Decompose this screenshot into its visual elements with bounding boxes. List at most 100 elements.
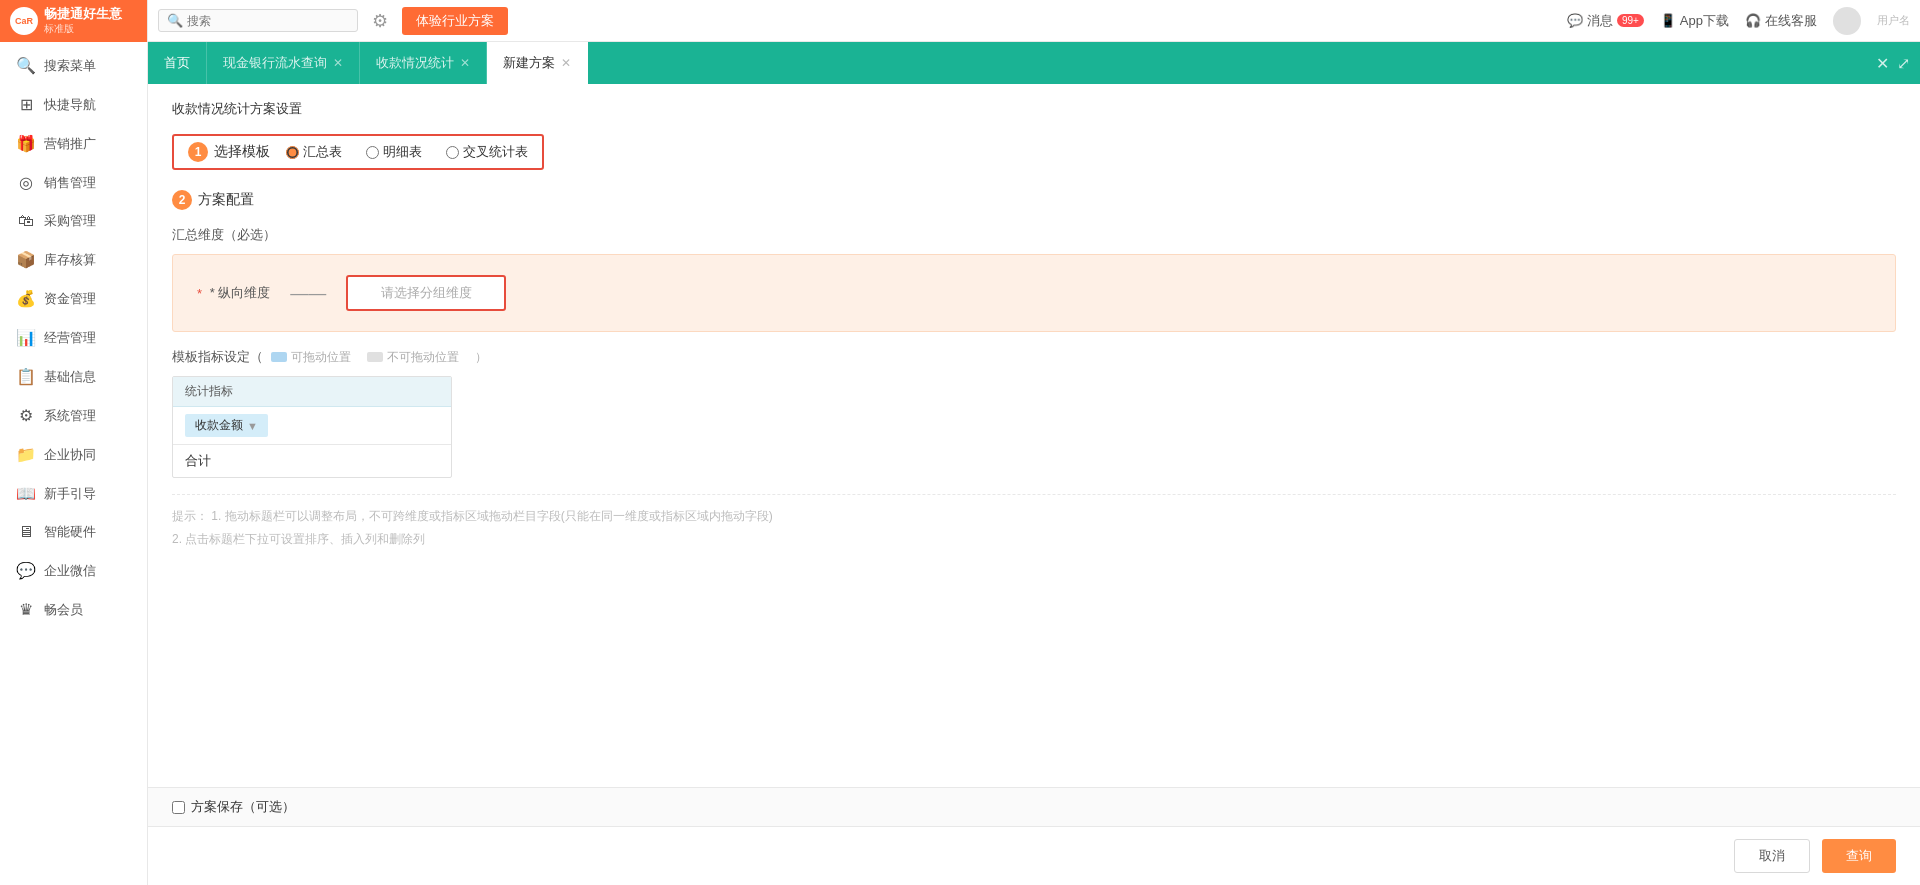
download-icon: 📱 (1660, 13, 1676, 28)
step1-section: 1 选择模板 汇总表 明细表 (172, 134, 1896, 170)
hardware-icon: 🖥 (16, 523, 36, 541)
hint2-text: 2. 点击标题栏下拉可设置排序、插入列和删除列 (172, 530, 1896, 549)
logo-icon: CaR (10, 7, 38, 35)
stats-table-header: 统计指标 (173, 377, 451, 407)
app-download-btn[interactable]: 📱 App下载 (1660, 12, 1729, 30)
dimension-arrow: —— (290, 283, 326, 304)
stats-row-amount: 收款金额 ▼ (173, 407, 451, 445)
purchase-icon: 🛍 (16, 212, 36, 230)
action-bar: 取消 查询 (148, 826, 1920, 885)
tab-new[interactable]: 新建方案 ✕ (487, 42, 588, 84)
stats-tag-amount[interactable]: 收款金额 ▼ (185, 414, 268, 437)
sidebar-item-funds[interactable]: 💰 资金管理 (0, 279, 147, 318)
template-detail-radio[interactable] (366, 146, 379, 159)
message-btn[interactable]: 💬 消息 99+ (1567, 12, 1644, 30)
operations-icon: 📊 (16, 328, 36, 347)
stats-cell-amount: 收款金额 ▼ (173, 407, 280, 444)
content-area: 收款情况统计方案设置 1 选择模板 汇总表 (148, 84, 1920, 885)
dimension-select[interactable]: 请选择分组维度 (346, 275, 506, 311)
tab-close-window-icon[interactable]: ✕ (1876, 54, 1889, 73)
trial-btn[interactable]: 体验行业方案 (402, 7, 508, 35)
basic-info-icon: 📋 (16, 367, 36, 386)
search-input[interactable] (187, 14, 337, 28)
sidebar-item-enterprise[interactable]: 📁 企业协同 (0, 435, 147, 474)
sidebar-item-sales[interactable]: ◎ 销售管理 (0, 163, 147, 202)
stats-table: 统计指标 收款金额 ▼ 合计 (172, 376, 452, 478)
save-option-checkbox[interactable] (172, 801, 185, 814)
template-cross-radio[interactable] (446, 146, 459, 159)
stats-row-subtotal: 合计 (173, 445, 451, 477)
settings-icon[interactable]: ⚙ (368, 10, 392, 32)
dimension-section-label: 汇总维度（必选） (172, 226, 1896, 244)
sidebar-item-newbie[interactable]: 📖 新手引导 (0, 474, 147, 513)
funds-icon: 💰 (16, 289, 36, 308)
hint-section: 提示： 1. 拖动标题栏可以调整布局，不可跨维度或指标区域拖动栏目字段(只能在同… (172, 494, 1896, 565)
legend-draggable-dot (271, 352, 287, 362)
message-badge: 99+ (1617, 14, 1644, 27)
enterprise-icon: 📁 (16, 445, 36, 464)
sidebar-item-system[interactable]: ⚙ 系统管理 (0, 396, 147, 435)
tab-home[interactable]: 首页 (148, 42, 207, 84)
legend-fixed: 不可拖动位置 (367, 349, 459, 366)
step2-num: 2 (172, 190, 192, 210)
tab-bank-close[interactable]: ✕ (333, 56, 343, 70)
sidebar: CaR 畅捷通好生意 标准版 🔍 搜索菜单 ⊞ 快捷导航 🎁 营销推广 ◎ 销售… (0, 0, 148, 885)
dimension-config: 汇总维度（必选） * * 纵向维度 —— 请选择分组维度 (172, 226, 1896, 332)
sidebar-item-search[interactable]: 🔍 搜索菜单 (0, 46, 147, 85)
app-version: 标准版 (44, 22, 122, 36)
marketing-icon: 🎁 (16, 134, 36, 153)
content-inner: 收款情况统计方案设置 1 选择模板 汇总表 (148, 84, 1920, 787)
tab-receipt[interactable]: 收款情况统计 ✕ (360, 42, 487, 84)
sidebar-item-hardware[interactable]: 🖥 智能硬件 (0, 513, 147, 551)
sidebar-item-wechat[interactable]: 💬 企业微信 (0, 551, 147, 590)
tab-bank[interactable]: 现金银行流水查询 ✕ (207, 42, 360, 84)
tabs-bar: 首页 现金银行流水查询 ✕ 收款情况统计 ✕ 新建方案 ✕ ✕ ⤢ (148, 42, 1920, 84)
user-avatar[interactable] (1833, 7, 1861, 35)
indicator-section: 模板指标设定（ 可拖动位置 不可拖动位置 ） (172, 348, 1896, 478)
template-summary-radio[interactable] (286, 146, 299, 159)
tab-maximize-icon[interactable]: ⤢ (1897, 54, 1910, 73)
indicator-legend: 可拖动位置 不可拖动位置 ） (271, 349, 487, 366)
template-cross-option[interactable]: 交叉统计表 (446, 143, 528, 161)
wechat-icon: 💬 (16, 561, 36, 580)
step2-label: 方案配置 (198, 191, 254, 209)
footer-save: 方案保存（可选） (148, 787, 1920, 826)
sidebar-nav: 🔍 搜索菜单 ⊞ 快捷导航 🎁 营销推广 ◎ 销售管理 🛍 采购管理 📦 库存核… (0, 42, 147, 885)
sidebar-item-operations[interactable]: 📊 经营管理 (0, 318, 147, 357)
stats-dropdown-icon[interactable]: ▼ (247, 420, 258, 432)
cancel-button[interactable]: 取消 (1734, 839, 1810, 873)
hint1-text: 提示： 1. 拖动标题栏可以调整布局，不可跨维度或指标区域拖动栏目字段(只能在同… (172, 507, 1896, 526)
tab-new-close[interactable]: ✕ (561, 56, 571, 70)
quick-nav-icon: ⊞ (16, 95, 36, 114)
sidebar-item-inventory[interactable]: 📦 库存核算 (0, 240, 147, 279)
dimension-area: * * 纵向维度 —— 请选择分组维度 (172, 254, 1896, 332)
indicator-label: 模板指标设定（ 可拖动位置 不可拖动位置 ） (172, 348, 1896, 366)
online-service-btn[interactable]: 🎧 在线客服 (1745, 12, 1817, 30)
topbar-right: 💬 消息 99+ 📱 App下载 🎧 在线客服 用户名 (1567, 7, 1910, 35)
member-icon: ♛ (16, 600, 36, 619)
topbar-search-box[interactable]: 🔍 (158, 9, 358, 32)
page-title: 收款情况统计方案设置 (172, 100, 1896, 118)
user-name: 用户名 (1877, 13, 1910, 28)
legend-draggable: 可拖动位置 (271, 349, 351, 366)
sidebar-item-purchase[interactable]: 🛍 采购管理 (0, 202, 147, 240)
save-option-label[interactable]: 方案保存（可选） (172, 798, 295, 816)
template-summary-option[interactable]: 汇总表 (286, 143, 342, 161)
sidebar-item-quick-nav[interactable]: ⊞ 快捷导航 (0, 85, 147, 124)
sidebar-item-basic-info[interactable]: 📋 基础信息 (0, 357, 147, 396)
main-area: 🔍 ⚙ 体验行业方案 💬 消息 99+ 📱 App下载 🎧 在线客服 用户名 (148, 0, 1920, 885)
step2-section: 2 方案配置 汇总维度（必选） * * 纵向维度 —— 请选择分组维度 (172, 190, 1896, 565)
system-icon: ⚙ (16, 406, 36, 425)
query-button[interactable]: 查询 (1822, 839, 1896, 873)
service-icon: 🎧 (1745, 13, 1761, 28)
search-icon: 🔍 (167, 13, 183, 28)
message-icon: 💬 (1567, 13, 1583, 28)
sales-icon: ◎ (16, 173, 36, 192)
template-detail-option[interactable]: 明细表 (366, 143, 422, 161)
sidebar-item-marketing[interactable]: 🎁 营销推广 (0, 124, 147, 163)
step1-label: 选择模板 (214, 143, 270, 161)
legend-fixed-dot (367, 352, 383, 362)
sidebar-item-member[interactable]: ♛ 畅会员 (0, 590, 147, 629)
template-radio-group: 汇总表 明细表 交叉统计表 (286, 143, 528, 161)
tab-receipt-close[interactable]: ✕ (460, 56, 470, 70)
